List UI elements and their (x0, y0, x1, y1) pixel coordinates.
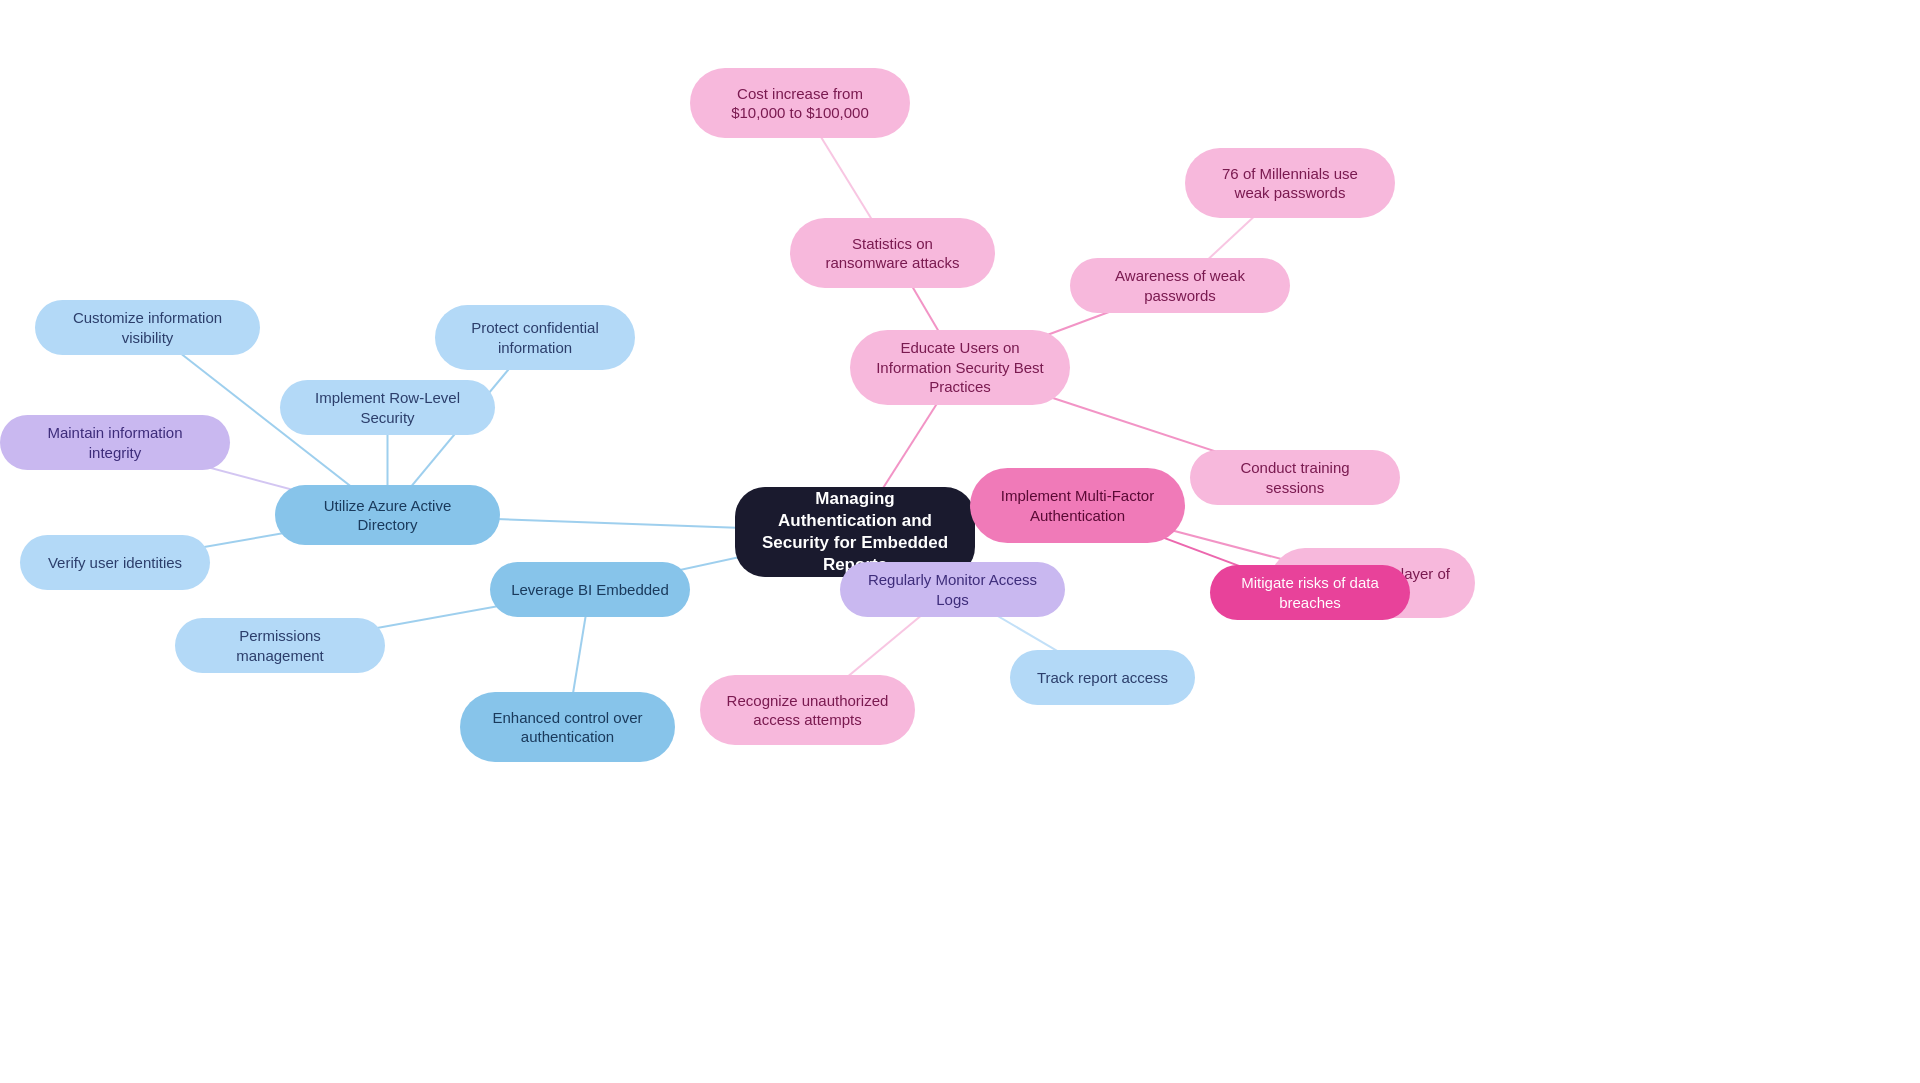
implement-mfa-node[interactable]: Implement Multi-Factor Authentication (970, 468, 1185, 543)
recognize-unauth-node[interactable]: Recognize unauthorized access attempts (700, 675, 915, 745)
customize-info-node[interactable]: Customize information visibility (35, 300, 260, 355)
cost-increase-node[interactable]: Cost increase from $10,000 to $100,000 (690, 68, 910, 138)
awareness-weak-node[interactable]: Awareness of weak passwords (1070, 258, 1290, 313)
weak-passwords-node[interactable]: 76 of Millennials use weak passwords (1185, 148, 1395, 218)
mind-map-container: Managing Authentication and Security for… (0, 0, 1920, 1083)
verify-user-node[interactable]: Verify user identities (20, 535, 210, 590)
utilize-azure-node[interactable]: Utilize Azure Active Directory (275, 485, 500, 545)
stats-ransomware-node[interactable]: Statistics on ransomware attacks (790, 218, 995, 288)
implement-row-node[interactable]: Implement Row-Level Security (280, 380, 495, 435)
mitigate-risks-node[interactable]: Mitigate risks of data breaches (1210, 565, 1410, 620)
leverage-bi-node[interactable]: Leverage BI Embedded (490, 562, 690, 617)
monitor-logs-node[interactable]: Regularly Monitor Access Logs (840, 562, 1065, 617)
permissions-node[interactable]: Permissions management (175, 618, 385, 673)
educate-users-node[interactable]: Educate Users on Information Security Be… (850, 330, 1070, 405)
track-report-node[interactable]: Track report access (1010, 650, 1195, 705)
enhanced-control-node[interactable]: Enhanced control over authentication (460, 692, 675, 762)
maintain-integrity-node[interactable]: Maintain information integrity (0, 415, 230, 470)
conduct-training-node[interactable]: Conduct training sessions (1190, 450, 1400, 505)
protect-confidential-node[interactable]: Protect confidential information (435, 305, 635, 370)
